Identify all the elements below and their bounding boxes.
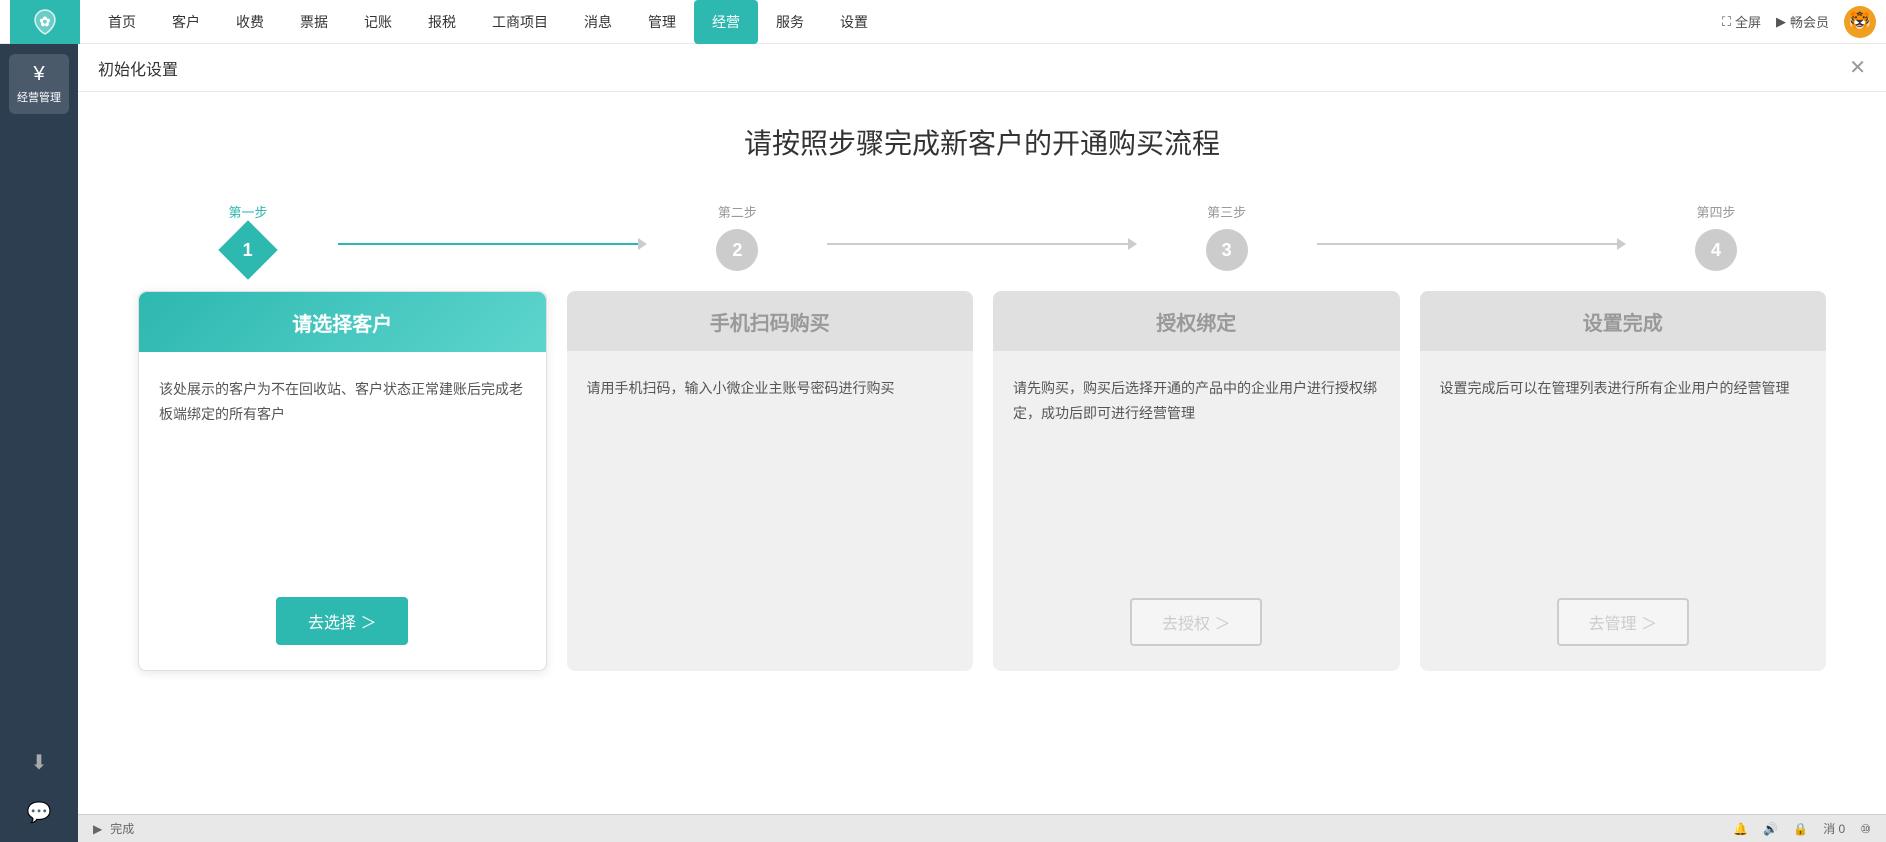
step-2: 第二步 2 [647, 202, 827, 271]
svg-text:✿: ✿ [40, 14, 51, 29]
connector-arrow-3 [1617, 238, 1626, 250]
step-3: 第三步 3 [1137, 202, 1317, 271]
connector-arrow-2 [1128, 238, 1137, 250]
download-icon[interactable]: ⬇ [19, 742, 59, 782]
sidebar-bottom: ⬇ 💬 [19, 742, 59, 832]
connector-line-2 [827, 243, 1127, 245]
card-setup-complete: 设置完成 设置完成后可以在管理列表进行所有企业用户的经营管理 去管理 ＞ [1420, 291, 1827, 671]
notification-icon[interactable]: 🔔 [1733, 822, 1748, 836]
step-3-number: 3 [1222, 240, 1232, 261]
steps-indicator: 第一步 1 第二步 2 [138, 202, 1826, 271]
card-2-body: 请用手机扫码，输入小微企业主账号密码进行购买 [567, 351, 974, 631]
fullscreen-icon: ⛶ [1722, 14, 1731, 30]
page-header: 初始化设置 ✕ [78, 44, 1886, 92]
card-auth-bind: 授权绑定 请先购买，购买后选择开通的产品中的企业用户进行授权绑定，成功后即可进行… [993, 291, 1400, 671]
play-icon: ▶ [1776, 14, 1786, 30]
version-indicator: ⑩ [1860, 822, 1871, 836]
step-1-number: 1 [243, 239, 253, 260]
step-2-label: 第二步 [718, 202, 757, 221]
sidebar: ¥ 经营管理 ⬇ 💬 [0, 44, 78, 842]
card-4-title: 设置完成 [1583, 307, 1663, 336]
card-2-footer [567, 631, 974, 671]
card-4-header: 设置完成 [1420, 291, 1827, 351]
nav-item-account[interactable]: 记账 [346, 0, 410, 44]
connector-3-4 [1317, 238, 1626, 250]
nav-item-service[interactable]: 服务 [758, 0, 822, 44]
card-1-body: 该处展示的客户为不在回收站、客户状态正常建账后完成老板端绑定的所有客户 [139, 352, 546, 582]
go-auth-button[interactable]: 去授权 ＞ [1130, 598, 1262, 646]
nav-item-message[interactable]: 消息 [566, 0, 630, 44]
card-3-title: 授权绑定 [1156, 307, 1236, 336]
card-scan-buy: 手机扫码购买 请用手机扫码，输入小微企业主账号密码进行购买 [567, 291, 974, 671]
user-avatar[interactable]: 🐯 [1844, 6, 1876, 38]
main-layout: ¥ 经营管理 ⬇ 💬 初始化设置 ✕ 请按照步骤完成新客户的开通购买流程 第一步 [0, 44, 1886, 842]
card-3-header: 授权绑定 [993, 291, 1400, 351]
close-button[interactable]: ✕ [1849, 55, 1866, 80]
connector-line-active [338, 243, 638, 245]
cards-container: 请选择客户 该处展示的客户为不在回收站、客户状态正常建账后完成老板端绑定的所有客… [138, 291, 1826, 671]
nav-logo[interactable]: ✿ [10, 0, 80, 44]
card-4-description: 设置完成后可以在管理列表进行所有企业用户的经营管理 [1440, 380, 1790, 396]
connector-2-3 [827, 238, 1136, 250]
step-4-label: 第四步 [1696, 202, 1735, 221]
connector-1-2 [338, 238, 647, 250]
card-3-body: 请先购买，购买后选择开通的产品中的企业用户进行授权绑定，成功后即可进行经营管理 [993, 351, 1400, 583]
volume-icon[interactable]: 🔊 [1763, 822, 1778, 836]
go-manage-button[interactable]: 去管理 ＞ [1557, 598, 1689, 646]
nav-item-manage[interactable]: 管理 [630, 0, 694, 44]
status-bar-right: 🔔 🔊 🔒 消 0 ⑩ [1733, 820, 1871, 837]
card-1-header: 请选择客户 [139, 292, 546, 352]
nav-item-settings[interactable]: 设置 [822, 0, 886, 44]
main-content: 初始化设置 ✕ 请按照步骤完成新客户的开通购买流程 第一步 1 [78, 44, 1886, 842]
card-4-body: 设置完成后可以在管理列表进行所有企业用户的经营管理 [1420, 351, 1827, 583]
card-2-description: 请用手机扫码，输入小微企业主账号密码进行购买 [587, 380, 895, 396]
nav-item-fee[interactable]: 收费 [218, 0, 282, 44]
card-1-description: 该处展示的客户为不在回收站、客户状态正常建账后完成老板端绑定的所有客户 [159, 381, 523, 422]
play-status-icon: ▶ [93, 822, 102, 836]
status-bar-left: ▶ 完成 [93, 820, 134, 837]
card-2-header: 手机扫码购买 [567, 291, 974, 351]
nav-item-business[interactable]: 工商项目 [474, 0, 566, 44]
main-heading: 请按照步骤完成新客户的开通购买流程 [138, 122, 1826, 162]
nav-item-home[interactable]: 首页 [90, 0, 154, 44]
connector-arrow-1 [638, 238, 647, 250]
status-label: 完成 [110, 820, 134, 837]
nav-item-customer[interactable]: 客户 [154, 0, 218, 44]
card-3-description: 请先购买，购买后选择开通的产品中的企业用户进行授权绑定，成功后即可进行经营管理 [1013, 380, 1377, 421]
step-3-label: 第三步 [1207, 202, 1246, 221]
card-4-footer: 去管理 ＞ [1420, 583, 1827, 671]
card-1-title: 请选择客户 [292, 308, 392, 337]
card-3-footer: 去授权 ＞ [993, 583, 1400, 671]
lock-icon[interactable]: 🔒 [1793, 822, 1808, 836]
support-icon[interactable]: 💬 [19, 792, 59, 832]
step-2-number: 2 [732, 240, 742, 261]
step-4: 第四步 4 [1626, 202, 1806, 271]
step-4-number: 4 [1711, 240, 1721, 261]
card-2-title: 手机扫码购买 [710, 307, 830, 336]
step-1-label: 第一步 [228, 202, 267, 221]
yuan-icon: ¥ [33, 63, 44, 86]
nav-items: 首页 客户 收费 票据 记账 报税 工商项目 消息 管理 经营 服务 设置 [90, 0, 1722, 44]
card-select-customer: 请选择客户 该处展示的客户为不在回收站、客户状态正常建账后完成老板端绑定的所有客… [138, 291, 547, 671]
fullscreen-button[interactable]: ⛶ 全屏 [1722, 12, 1761, 31]
message-count: 消 0 [1823, 820, 1845, 837]
nav-item-operation[interactable]: 经营 [694, 0, 758, 44]
connector-line-3 [1317, 243, 1617, 245]
page-title: 初始化设置 [98, 56, 178, 80]
status-bar: ▶ 完成 🔔 🔊 🔒 消 0 ⑩ [78, 814, 1886, 842]
card-1-footer: 去选择 ＞ [139, 582, 546, 670]
vip-label: 畅会员 [1790, 12, 1829, 31]
nav-item-tax[interactable]: 报税 [410, 0, 474, 44]
go-select-button[interactable]: 去选择 ＞ [276, 597, 408, 645]
page-body: 请按照步骤完成新客户的开通购买流程 第一步 1 第二 [78, 92, 1886, 814]
nav-right: ⛶ 全屏 ▶ 畅会员 🐯 [1722, 6, 1876, 38]
step-1: 第一步 1 [158, 202, 338, 271]
nav-item-bill[interactable]: 票据 [282, 0, 346, 44]
top-navigation: ✿ 首页 客户 收费 票据 记账 报税 工商项目 消息 管理 经营 服务 设置 … [0, 0, 1886, 44]
sidebar-item-operation[interactable]: ¥ 经营管理 [9, 54, 69, 114]
sidebar-item-label: 经营管理 [17, 89, 61, 105]
fullscreen-label: 全屏 [1735, 12, 1761, 31]
vip-button[interactable]: ▶ 畅会员 [1776, 12, 1829, 31]
